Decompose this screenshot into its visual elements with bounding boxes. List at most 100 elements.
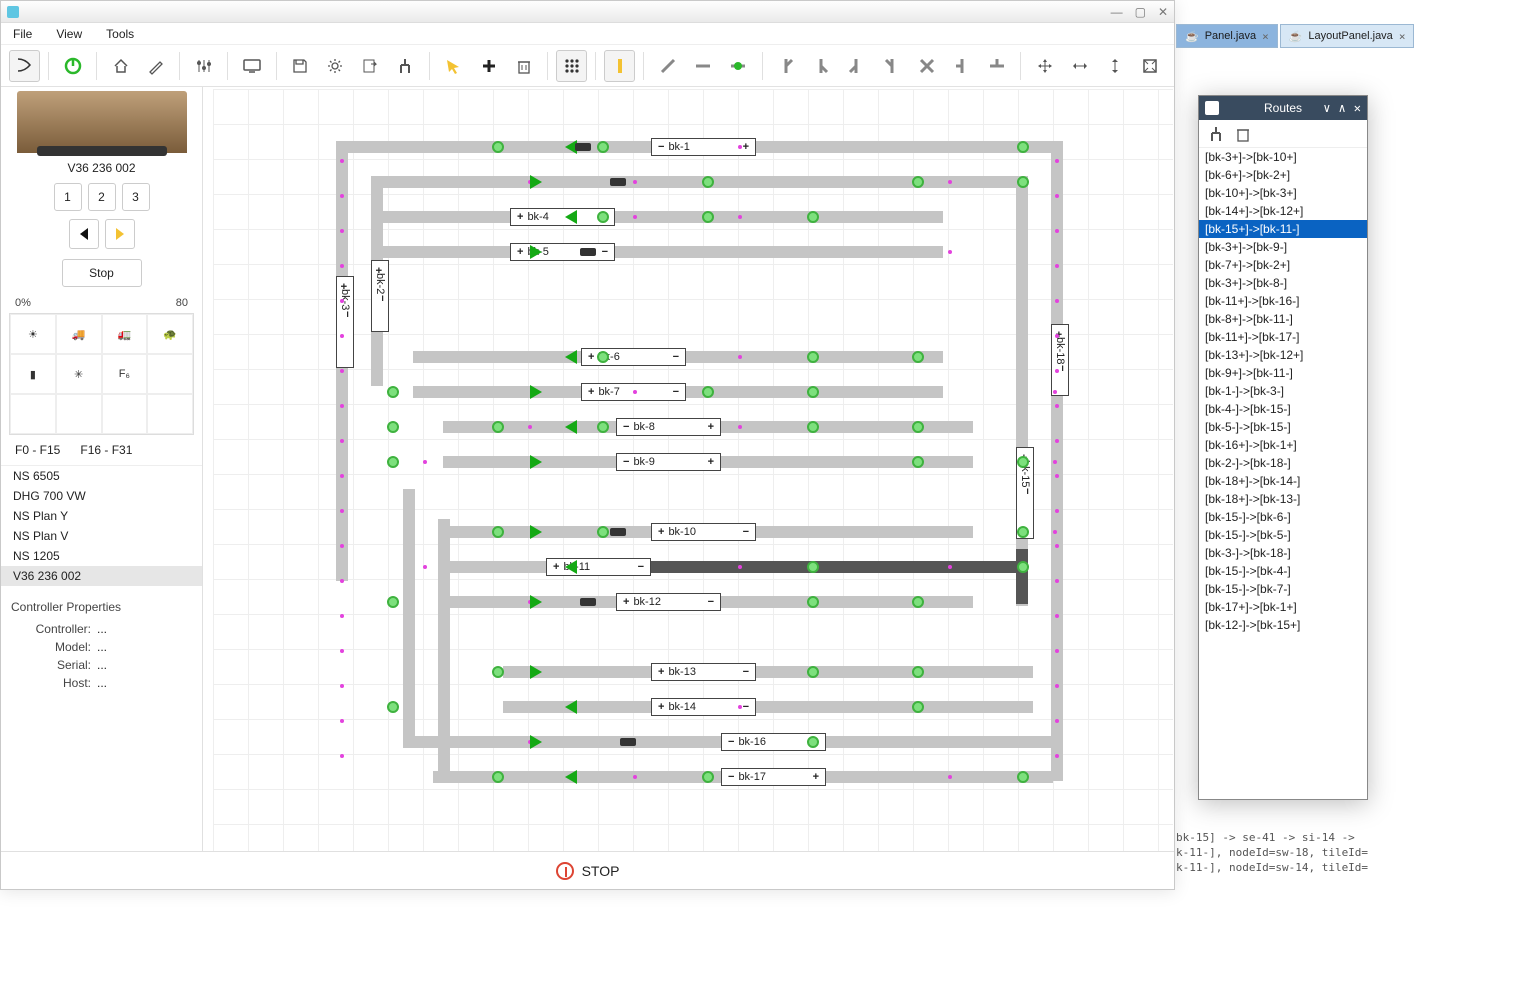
route-item[interactable]: [bk-16+]->[bk-1+] [1199, 436, 1367, 454]
route-item[interactable]: [bk-6+]->[bk-2+] [1199, 166, 1367, 184]
route-item[interactable]: [bk-2-]->[bk-18-] [1199, 454, 1367, 472]
loco-list-item[interactable]: V36 236 002 [1, 566, 202, 586]
route-item[interactable]: [bk-14+]->[bk-12+] [1199, 202, 1367, 220]
fn-f2[interactable]: 🚛 [102, 314, 148, 354]
direction-reverse-button[interactable] [69, 219, 99, 249]
sensor-track-button[interactable] [723, 50, 754, 82]
route-item[interactable]: [bk-15-]->[bk-4-] [1199, 562, 1367, 580]
route-item[interactable]: [bk-10+]->[bk-3+] [1199, 184, 1367, 202]
fn-tab-16-31[interactable]: F16 - F31 [80, 443, 132, 457]
routes-titlebar[interactable]: Routes ∨ ∧ ✕ [1199, 96, 1367, 120]
speed-step-1[interactable]: 1 [54, 183, 82, 211]
fn-f6[interactable]: F₆ [102, 354, 148, 394]
route-item[interactable]: [bk-11+]->[bk-16-] [1199, 292, 1367, 310]
minimize-button[interactable]: — [1111, 5, 1123, 19]
route-item[interactable]: [bk-15-]->[bk-7-] [1199, 580, 1367, 598]
route-item[interactable]: [bk-9+]->[bk-11-] [1199, 364, 1367, 382]
switch-t-button[interactable] [981, 50, 1012, 82]
fit-button[interactable] [1135, 50, 1166, 82]
switch-3-button[interactable] [841, 50, 872, 82]
resize-v-button[interactable] [1100, 50, 1131, 82]
route-item[interactable]: [bk-12-]->[bk-15+] [1199, 616, 1367, 634]
ide-tab-close[interactable]: × [1262, 30, 1269, 43]
route-item[interactable]: [bk-7+]->[bk-2+] [1199, 256, 1367, 274]
locomotive-list[interactable]: NS 6505DHG 700 VWNS Plan YNS Plan VNS 12… [1, 466, 202, 586]
route-item[interactable]: [bk-3+]->[bk-8-] [1199, 274, 1367, 292]
route-item[interactable]: [bk-17+]->[bk-1+] [1199, 598, 1367, 616]
switch-x-button[interactable] [911, 50, 942, 82]
menu-file[interactable]: File [13, 27, 32, 41]
route-item[interactable]: [bk-15+]->[bk-11-] [1199, 220, 1367, 238]
routes-list[interactable]: [bk-3+]->[bk-10+][bk-6+]->[bk-2+][bk-10+… [1199, 148, 1367, 799]
home-button[interactable] [105, 50, 136, 82]
block-bk-3[interactable]: +bk-3− [336, 276, 354, 368]
menu-tools[interactable]: Tools [106, 27, 134, 41]
loco-list-item[interactable]: NS 6505 [1, 466, 202, 486]
cursor-tool-button[interactable] [9, 50, 40, 82]
switch-y-button[interactable] [946, 50, 977, 82]
route-item[interactable]: [bk-3+]->[bk-10+] [1199, 148, 1367, 166]
fn-f0[interactable]: ☀ [10, 314, 56, 354]
routes-delete-button[interactable] [1235, 126, 1251, 142]
export-button[interactable] [355, 50, 386, 82]
delete-tool-button[interactable] [508, 50, 539, 82]
grid-tool-button[interactable] [556, 50, 587, 82]
loco-list-item[interactable]: NS Plan Y [1, 506, 202, 526]
routes-window[interactable]: Routes ∨ ∧ ✕ [bk-3+]->[bk-10+][bk-6+]->[… [1198, 95, 1368, 800]
fn-f11[interactable] [147, 394, 193, 434]
block-bk-13[interactable]: +bk-13− [651, 663, 756, 681]
route-item[interactable]: [bk-18+]->[bk-14-] [1199, 472, 1367, 490]
save-button[interactable] [285, 50, 316, 82]
block-bk-5[interactable]: +bk-5− [510, 243, 615, 261]
route-item[interactable]: [bk-1-]->[bk-3-] [1199, 382, 1367, 400]
maximize-button[interactable]: ▢ [1135, 5, 1146, 19]
close-button[interactable]: ✕ [1158, 5, 1168, 19]
gear-button[interactable] [320, 50, 351, 82]
block-bk-2[interactable]: +bk-2− [371, 260, 389, 332]
loco-list-item[interactable]: NS Plan V [1, 526, 202, 546]
edit-button[interactable] [140, 50, 171, 82]
switch-2-button[interactable] [806, 50, 837, 82]
loco-list-item[interactable]: NS 1205 [1, 546, 202, 566]
route-item[interactable]: [bk-8+]->[bk-11-] [1199, 310, 1367, 328]
fn-f10[interactable] [102, 394, 148, 434]
loco-list-item[interactable]: DHG 700 VW [1, 486, 202, 506]
fn-tab-0-15[interactable]: F0 - F15 [15, 443, 60, 457]
fn-f8[interactable] [10, 394, 56, 434]
block-bk-9[interactable]: −bk-9+ [616, 453, 721, 471]
straight-track-button[interactable] [687, 50, 718, 82]
direction-forward-button[interactable] [105, 219, 135, 249]
block-tool-button[interactable] [604, 50, 635, 82]
move-button[interactable] [1029, 50, 1060, 82]
route-item[interactable]: [bk-15-]->[bk-6-] [1199, 508, 1367, 526]
fn-f7[interactable] [147, 354, 193, 394]
sliders-button[interactable] [188, 50, 219, 82]
add-tool-button[interactable] [473, 50, 504, 82]
resize-h-button[interactable] [1065, 50, 1096, 82]
route-item[interactable]: [bk-13+]->[bk-12+] [1199, 346, 1367, 364]
monitor-button[interactable] [236, 50, 267, 82]
fn-f1[interactable]: 🚚 [56, 314, 102, 354]
diagonal-track-button[interactable] [652, 50, 683, 82]
fn-f5[interactable]: ✳ [56, 354, 102, 394]
route-item[interactable]: [bk-3+]->[bk-9-] [1199, 238, 1367, 256]
speed-step-2[interactable]: 2 [88, 183, 116, 211]
titlebar[interactable]: — ▢ ✕ [1, 1, 1174, 23]
fn-f3[interactable]: 🐢 [147, 314, 193, 354]
route-item[interactable]: [bk-3-]->[bk-18-] [1199, 544, 1367, 562]
ide-tab[interactable]: ☕LayoutPanel.java× [1280, 24, 1415, 48]
power-button[interactable] [57, 50, 88, 82]
route-item[interactable]: [bk-11+]->[bk-17-] [1199, 328, 1367, 346]
switch-4-button[interactable] [876, 50, 907, 82]
layout-canvas[interactable]: −bk-1++bk-4−+bk-5−+bk-6−+bk-7−−bk-8+−bk-… [213, 89, 1173, 851]
block-bk-8[interactable]: −bk-8+ [616, 418, 721, 436]
stop-button[interactable]: Stop [62, 259, 142, 287]
routes-new-button[interactable] [1207, 125, 1225, 143]
fn-f4[interactable]: ▮ [10, 354, 56, 394]
ide-tab-close[interactable]: × [1399, 30, 1406, 43]
route-tool-button[interactable] [390, 50, 421, 82]
block-bk-10[interactable]: +bk-10− [651, 523, 756, 541]
switch-1-button[interactable] [771, 50, 802, 82]
block-bk-17[interactable]: −bk-17+ [721, 768, 826, 786]
speed-step-3[interactable]: 3 [122, 183, 150, 211]
